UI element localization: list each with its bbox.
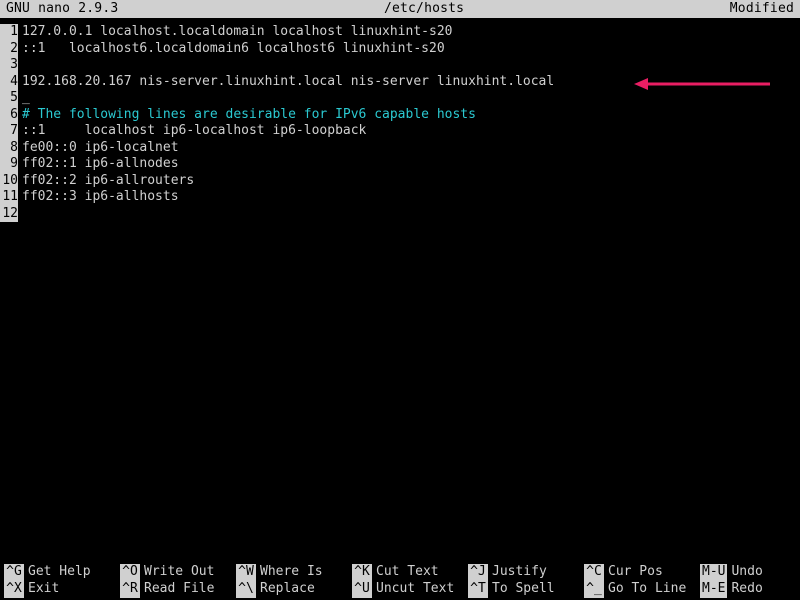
line-number: 11: [0, 189, 18, 206]
line-content[interactable]: # The following lines are desirable for …: [18, 107, 476, 124]
shortcut-label: Where Is: [260, 564, 323, 581]
shortcut-item[interactable]: ^KCut Text: [352, 564, 468, 581]
line-content[interactable]: ::1 localhost6.localdomain6 localhost6 l…: [18, 41, 445, 58]
shortcut-label: Go To Line: [608, 581, 686, 598]
line-content[interactable]: _: [18, 90, 30, 107]
shortcut-item[interactable]: ^GGet Help: [4, 564, 120, 581]
editor-line[interactable]: 3: [0, 57, 800, 74]
shortcut-key: ^_: [584, 581, 604, 598]
shortcut-label: Justify: [492, 564, 547, 581]
line-content[interactable]: 192.168.20.167 nis-server.linuxhint.loca…: [18, 74, 554, 91]
shortcut-item[interactable]: M-UUndo: [700, 564, 768, 581]
shortcut-key: M-E: [700, 581, 727, 598]
shortcut-row-2: ^XExit^RRead File^\Replace^UUncut Text^T…: [4, 581, 796, 598]
editor-line[interactable]: 2::1 localhost6.localdomain6 localhost6 …: [0, 41, 800, 58]
shortcut-item[interactable]: ^CCur Pos: [584, 564, 700, 581]
line-content[interactable]: [18, 57, 22, 74]
shortcut-label: Redo: [731, 581, 762, 598]
line-number: 4: [0, 74, 18, 91]
line-number: 2: [0, 41, 18, 58]
editor-line[interactable]: 5_: [0, 90, 800, 107]
line-number: 10: [0, 173, 18, 190]
line-content[interactable]: [18, 206, 22, 223]
shortcut-key: ^T: [468, 581, 488, 598]
shortcut-item[interactable]: ^JJustify: [468, 564, 584, 581]
shortcut-item[interactable]: ^_Go To Line: [584, 581, 700, 598]
line-number: 7: [0, 123, 18, 140]
line-number: 12: [0, 206, 18, 223]
line-number: 5: [0, 90, 18, 107]
line-number: 6: [0, 107, 18, 124]
editor-line[interactable]: 6# The following lines are desirable for…: [0, 107, 800, 124]
shortcut-label: Replace: [260, 581, 315, 598]
shortcut-item[interactable]: ^UUncut Text: [352, 581, 468, 598]
shortcut-label: Cut Text: [376, 564, 439, 581]
shortcut-key: ^C: [584, 564, 604, 581]
shortcut-key: ^G: [4, 564, 24, 581]
shortcut-key: ^W: [236, 564, 256, 581]
editor-line[interactable]: 8fe00::0 ip6-localnet: [0, 140, 800, 157]
shortcut-item[interactable]: ^RRead File: [120, 581, 236, 598]
shortcut-label: Undo: [731, 564, 762, 581]
shortcut-item[interactable]: ^\Replace: [236, 581, 352, 598]
shortcut-key: M-U: [700, 564, 727, 581]
editor-line[interactable]: 12: [0, 206, 800, 223]
line-number: 3: [0, 57, 18, 74]
shortcut-key: ^U: [352, 581, 372, 598]
editor-line[interactable]: 4192.168.20.167 nis-server.linuxhint.loc…: [0, 74, 800, 91]
shortcut-item[interactable]: ^OWrite Out: [120, 564, 236, 581]
file-status: Modified: [730, 1, 794, 18]
shortcut-label: Write Out: [144, 564, 214, 581]
shortcut-key: ^K: [352, 564, 372, 581]
line-content[interactable]: 127.0.0.1 localhost.localdomain localhos…: [18, 24, 452, 41]
editor-line[interactable]: 1127.0.0.1 localhost.localdomain localho…: [0, 24, 800, 41]
app-name: GNU nano 2.9.3: [6, 1, 118, 18]
line-number: 9: [0, 156, 18, 173]
line-content[interactable]: ff02::1 ip6-allnodes: [18, 156, 179, 173]
line-content[interactable]: fe00::0 ip6-localnet: [18, 140, 179, 157]
editor-area[interactable]: 1127.0.0.1 localhost.localdomain localho…: [0, 18, 800, 562]
shortcut-item[interactable]: ^TTo Spell: [468, 581, 584, 598]
file-name: /etc/hosts: [118, 1, 729, 18]
editor-line[interactable]: 11ff02::3 ip6-allhosts: [0, 189, 800, 206]
shortcut-label: Exit: [28, 581, 59, 598]
editor-line[interactable]: 7::1 localhost ip6-localhost ip6-loopbac…: [0, 123, 800, 140]
titlebar: GNU nano 2.9.3 /etc/hosts Modified: [0, 0, 800, 18]
shortcut-key: ^O: [120, 564, 140, 581]
shortcut-menu: ^GGet Help^OWrite Out^WWhere Is^KCut Tex…: [0, 564, 800, 600]
line-content[interactable]: ff02::2 ip6-allrouters: [18, 173, 194, 190]
shortcut-label: Read File: [144, 581, 214, 598]
shortcut-label: Uncut Text: [376, 581, 454, 598]
editor-line[interactable]: 9ff02::1 ip6-allnodes: [0, 156, 800, 173]
shortcut-item[interactable]: ^XExit: [4, 581, 120, 598]
shortcut-row-1: ^GGet Help^OWrite Out^WWhere Is^KCut Tex…: [4, 564, 796, 581]
shortcut-label: To Spell: [492, 581, 555, 598]
shortcut-key: ^J: [468, 564, 488, 581]
line-number: 1: [0, 24, 18, 41]
line-number: 8: [0, 140, 18, 157]
shortcut-key: ^X: [4, 581, 24, 598]
shortcut-key: ^\: [236, 581, 256, 598]
shortcut-item[interactable]: M-ERedo: [700, 581, 768, 598]
line-content[interactable]: ff02::3 ip6-allhosts: [18, 189, 179, 206]
shortcut-label: Cur Pos: [608, 564, 663, 581]
editor-line[interactable]: 10ff02::2 ip6-allrouters: [0, 173, 800, 190]
shortcut-label: Get Help: [28, 564, 91, 581]
shortcut-item[interactable]: ^WWhere Is: [236, 564, 352, 581]
line-content[interactable]: ::1 localhost ip6-localhost ip6-loopback: [18, 123, 366, 140]
shortcut-key: ^R: [120, 581, 140, 598]
